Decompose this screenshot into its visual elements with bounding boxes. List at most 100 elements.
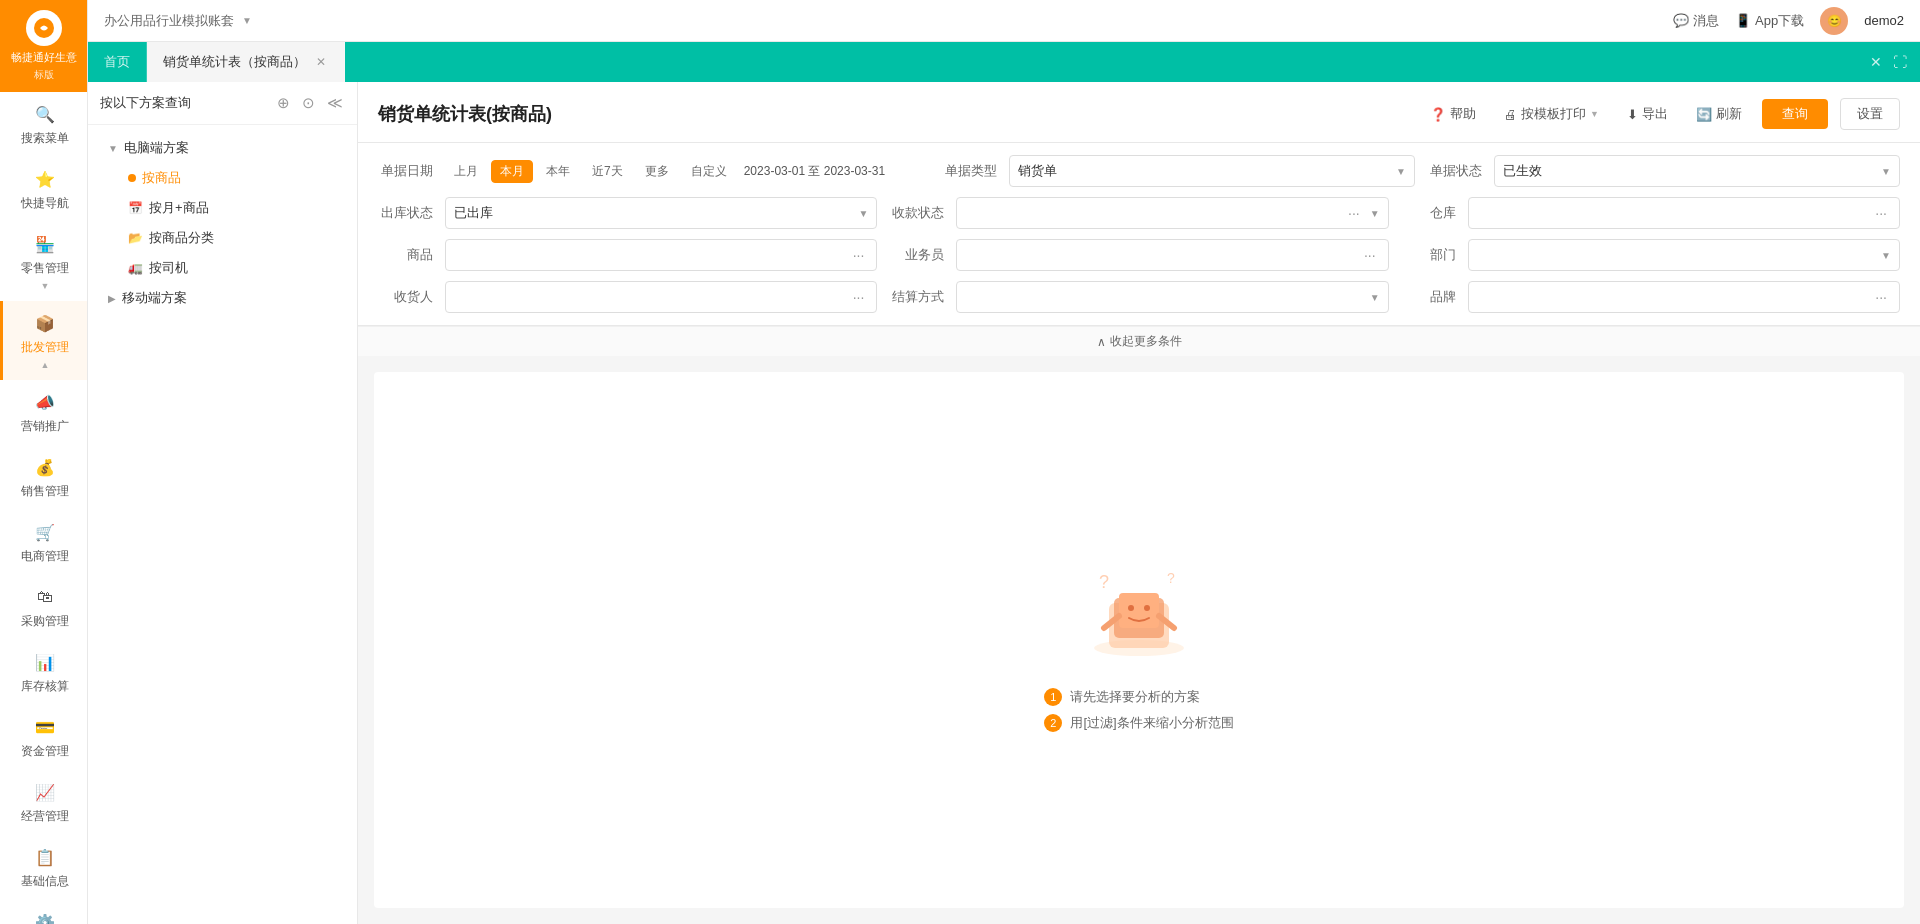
collapse-up-icon: ∧ <box>1097 335 1106 349</box>
right-panel: 销货单统计表(按商品) ❓ 帮助 🖨 按模板打印 ▼ ⬇ 导出 <box>358 82 1920 924</box>
tree-icon-driver: 🚛 <box>128 261 143 275</box>
tab-close-icon[interactable]: ✕ <box>314 53 328 71</box>
brand-select[interactable]: ··· <box>1468 281 1900 313</box>
main-area: 办公用品行业模拟账套 ▼ 💬 消息 📱 App下载 😊 demo2 首页 销货单… <box>88 0 1920 924</box>
sidebar-item-search[interactable]: 🔍 搜索菜单 <box>0 92 87 157</box>
system-icon: ⚙️ <box>33 910 57 924</box>
query-button[interactable]: 查询 <box>1762 99 1828 129</box>
payment-status-dots[interactable]: ··· <box>1344 205 1364 221</box>
date-tab-this-year[interactable]: 本年 <box>537 160 579 183</box>
sales-icon: 💰 <box>33 455 57 479</box>
sidebar-item-finance[interactable]: 💳 资金管理 <box>0 705 87 770</box>
sidebar-item-sales[interactable]: 💰 销售管理 <box>0 445 87 510</box>
warehouse-select[interactable]: ··· <box>1468 197 1900 229</box>
doc-type-label: 单据类型 <box>942 162 997 180</box>
window-maximize-icon[interactable]: ⛶ <box>1892 54 1908 70</box>
department-arrow-icon: ▼ <box>1881 250 1891 261</box>
date-tabs: 上月 本月 本年 近7天 更多 自定义 <box>445 160 736 183</box>
wholesale-icon: 📦 <box>33 311 57 335</box>
window-minimize-icon[interactable]: ✕ <box>1868 54 1884 70</box>
basic-icon: 📋 <box>33 845 57 869</box>
sidebar-item-ecommerce[interactable]: 🛒 电商管理 <box>0 510 87 575</box>
industry-dropdown-icon[interactable]: ▼ <box>242 15 252 26</box>
empty-state: ? ? 1 请先选择要分析的方案 2 用[过滤]条件来缩小分析范围 <box>374 372 1904 908</box>
message-action[interactable]: 💬 消息 <box>1673 12 1719 30</box>
left-panel: 按以下方案查询 ⊕ ⊙ ≪ ▼ 电脑端方案 按商品 📅 <box>88 82 358 924</box>
sidebar-item-basic[interactable]: 📋 基础信息 <box>0 835 87 900</box>
receiver-dots[interactable]: ··· <box>849 289 869 305</box>
settings-scheme-icon[interactable]: ⊙ <box>300 92 317 114</box>
doc-status-select[interactable]: 已生效 ▼ <box>1494 155 1900 187</box>
settlement-arrow-icon: ▼ <box>1370 292 1380 303</box>
sidebar-item-system[interactable]: ⚙️ 系统管理 <box>0 900 87 924</box>
sidebar-item-marketing[interactable]: 📣 营销推广 <box>0 380 87 445</box>
department-select[interactable]: ▼ <box>1468 239 1900 271</box>
tab-home[interactable]: 首页 <box>88 42 147 82</box>
logo-icon <box>26 10 62 46</box>
tree-item-pc-scheme[interactable]: ▼ 电脑端方案 <box>88 133 357 163</box>
settings-button[interactable]: 设置 <box>1840 98 1900 130</box>
filter-row-4: 收货人 ··· 结算方式 ▼ 品牌 ··· <box>378 281 1900 313</box>
retail-icon: 🏪 <box>33 232 57 256</box>
operations-icon: 📈 <box>33 780 57 804</box>
out-status-label: 出库状态 <box>378 204 433 222</box>
sidebar-item-inventory[interactable]: 📊 库存核算 <box>0 640 87 705</box>
doc-status-value: 已生效 <box>1503 162 1875 180</box>
avatar[interactable]: 😊 <box>1820 7 1848 35</box>
window-controls: ✕ ⛶ <box>1856 42 1920 82</box>
collapse-bar[interactable]: ∧ 收起更多条件 <box>358 326 1920 356</box>
date-tab-last-month[interactable]: 上月 <box>445 160 487 183</box>
scheme-tree: ▼ 电脑端方案 按商品 📅 按月+商品 📂 按商品分类 🚛 按司机 <box>88 125 357 321</box>
app-download-action[interactable]: 📱 App下载 <box>1735 12 1804 30</box>
out-status-select[interactable]: 已出库 ▼ <box>445 197 877 229</box>
goods-select[interactable]: ··· <box>445 239 877 271</box>
payment-status-select[interactable]: ··· ▼ <box>956 197 1388 229</box>
username: demo2 <box>1864 13 1904 28</box>
search-menu-icon: 🔍 <box>33 102 57 126</box>
message-icon: 💬 <box>1673 13 1689 28</box>
filter-section: 单据日期 上月 本月 本年 近7天 更多 自定义 2023-03-01 至 20… <box>358 143 1920 356</box>
print-icon: 🖨 <box>1504 107 1517 122</box>
tree-item-by-goods[interactable]: 按商品 <box>88 163 357 193</box>
date-tab-custom[interactable]: 自定义 <box>682 160 736 183</box>
sidebar-item-purchase[interactable]: 🛍 采购管理 <box>0 575 87 640</box>
tree-item-by-driver[interactable]: 🚛 按司机 <box>88 253 357 283</box>
empty-tip-2: 2 用[过滤]条件来缩小分析范围 <box>1044 714 1233 732</box>
tree-item-by-category[interactable]: 📂 按商品分类 <box>88 223 357 253</box>
tree-arrow-mobile: ▶ <box>108 293 116 304</box>
content-area: 按以下方案查询 ⊕ ⊙ ≪ ▼ 电脑端方案 按商品 📅 <box>88 82 1920 924</box>
date-tab-more[interactable]: 更多 <box>636 160 678 183</box>
doc-type-select[interactable]: 销货单 ▼ <box>1009 155 1415 187</box>
help-btn[interactable]: ❓ 帮助 <box>1422 101 1484 127</box>
date-tab-this-month[interactable]: 本月 <box>491 160 533 183</box>
sidebar-item-retail[interactable]: 🏪 零售管理 ▼ <box>0 222 87 301</box>
settlement-label: 结算方式 <box>889 288 944 306</box>
date-tab-7days[interactable]: 近7天 <box>583 160 632 183</box>
salesman-select[interactable]: ··· <box>956 239 1388 271</box>
tabbar-spacer <box>345 42 1856 82</box>
filter-row-2: 出库状态 已出库 ▼ 收款状态 ··· ▼ 仓库 <box>378 197 1900 229</box>
salesman-dots[interactable]: ··· <box>1360 247 1380 263</box>
tree-item-by-month-goods[interactable]: 📅 按月+商品 <box>88 193 357 223</box>
settlement-select[interactable]: ▼ <box>956 281 1388 313</box>
date-label: 单据日期 <box>378 162 433 180</box>
template-print-btn[interactable]: 🖨 按模板打印 ▼ <box>1496 101 1607 127</box>
empty-illustration: ? ? <box>1079 548 1199 668</box>
out-status-arrow-icon: ▼ <box>858 208 868 219</box>
quick-nav-icon: ⭐ <box>33 167 57 191</box>
tree-item-mobile-scheme[interactable]: ▶ 移动端方案 <box>88 283 357 313</box>
goods-dots[interactable]: ··· <box>849 247 869 263</box>
sidebar-item-operations[interactable]: 📈 经营管理 <box>0 770 87 835</box>
brand-dots[interactable]: ··· <box>1871 289 1891 305</box>
receiver-select[interactable]: ··· <box>445 281 877 313</box>
filter-row-1: 单据日期 上月 本月 本年 近7天 更多 自定义 2023-03-01 至 20… <box>378 155 1900 187</box>
sidebar-item-quick-nav[interactable]: ⭐ 快捷导航 <box>0 157 87 222</box>
sidebar-item-wholesale[interactable]: 📦 批发管理 ▲ <box>0 301 87 380</box>
export-btn[interactable]: ⬇ 导出 <box>1619 101 1676 127</box>
warehouse-dots[interactable]: ··· <box>1871 205 1891 221</box>
refresh-btn[interactable]: 🔄 刷新 <box>1688 101 1750 127</box>
empty-tip-1: 1 请先选择要分析的方案 <box>1044 688 1233 706</box>
collapse-panel-icon[interactable]: ≪ <box>325 92 345 114</box>
tab-active[interactable]: 销货单统计表（按商品） ✕ <box>147 42 345 82</box>
add-scheme-icon[interactable]: ⊕ <box>275 92 292 114</box>
